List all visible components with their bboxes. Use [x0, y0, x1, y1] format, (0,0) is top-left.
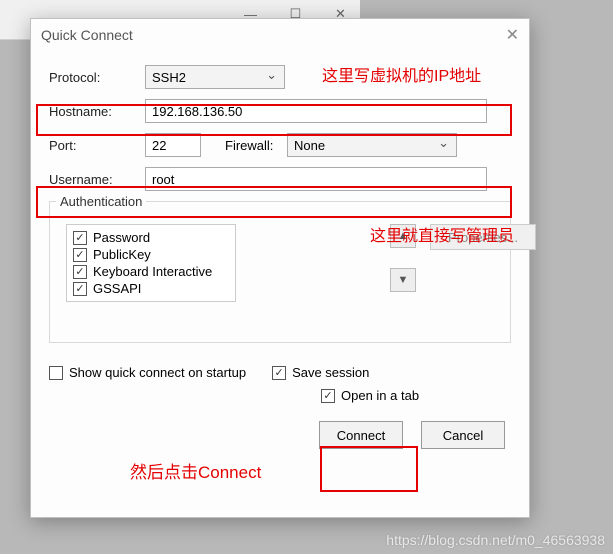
checkbox-icon[interactable]: ✓ [73, 248, 87, 262]
open-in-tab-option[interactable]: ✓ Open in a tab [321, 388, 511, 403]
username-input[interactable] [145, 167, 487, 191]
connect-button[interactable]: Connect [319, 421, 403, 449]
annotation-text: 这里写虚拟机的IP地址 [322, 62, 481, 86]
checkbox-icon[interactable]: ✓ [73, 231, 87, 245]
authentication-list[interactable]: ✓ Password ✓ PublicKey ✓ Keyboard Intera… [66, 224, 236, 302]
protocol-label: Protocol: [49, 70, 139, 85]
annotation-text: 这里就直接写管理员 [370, 222, 514, 246]
checkbox-icon[interactable]: ✓ [272, 366, 286, 380]
option-label: Save session [292, 365, 369, 380]
authentication-legend: Authentication [56, 194, 146, 209]
annotation-text: 然后点击Connect [130, 458, 261, 483]
hostname-input[interactable] [145, 99, 487, 123]
list-item[interactable]: ✓ Keyboard Interactive [73, 263, 229, 280]
option-label: Open in a tab [341, 388, 419, 403]
dialog-titlebar: Quick Connect ✕ [31, 19, 529, 51]
watermark: https://blog.csdn.net/m0_46563938 [386, 532, 605, 548]
checkbox-icon[interactable]: ✓ [73, 265, 87, 279]
save-session-option[interactable]: ✓ Save session [272, 365, 369, 380]
close-icon[interactable]: ✕ [506, 25, 519, 45]
show-on-startup-option[interactable]: Show quick connect on startup [49, 365, 246, 380]
list-item[interactable]: ✓ PublicKey [73, 246, 229, 263]
checkbox-icon[interactable]: ✓ [321, 389, 335, 403]
checkbox-icon[interactable] [49, 366, 63, 380]
quick-connect-dialog: Quick Connect ✕ Protocol: SSH2 Hostname:… [30, 18, 530, 518]
auth-item-label: PublicKey [93, 247, 151, 262]
firewall-label: Firewall: [225, 138, 281, 153]
port-input[interactable] [145, 133, 201, 157]
protocol-select[interactable]: SSH2 [145, 65, 285, 89]
auth-item-label: Password [93, 230, 150, 245]
firewall-select[interactable]: None [287, 133, 457, 157]
auth-item-label: Keyboard Interactive [93, 264, 212, 279]
option-label: Show quick connect on startup [69, 365, 246, 380]
hostname-label: Hostname: [49, 104, 139, 119]
cancel-button[interactable]: Cancel [421, 421, 505, 449]
list-item[interactable]: ✓ GSSAPI [73, 280, 229, 297]
dialog-title: Quick Connect [41, 27, 133, 43]
move-down-button[interactable]: ▼ [390, 268, 416, 292]
username-label: Username: [49, 172, 139, 187]
checkbox-icon[interactable]: ✓ [73, 282, 87, 296]
port-label: Port: [49, 138, 139, 153]
list-item[interactable]: ✓ Password [73, 229, 229, 246]
auth-item-label: GSSAPI [93, 281, 141, 296]
